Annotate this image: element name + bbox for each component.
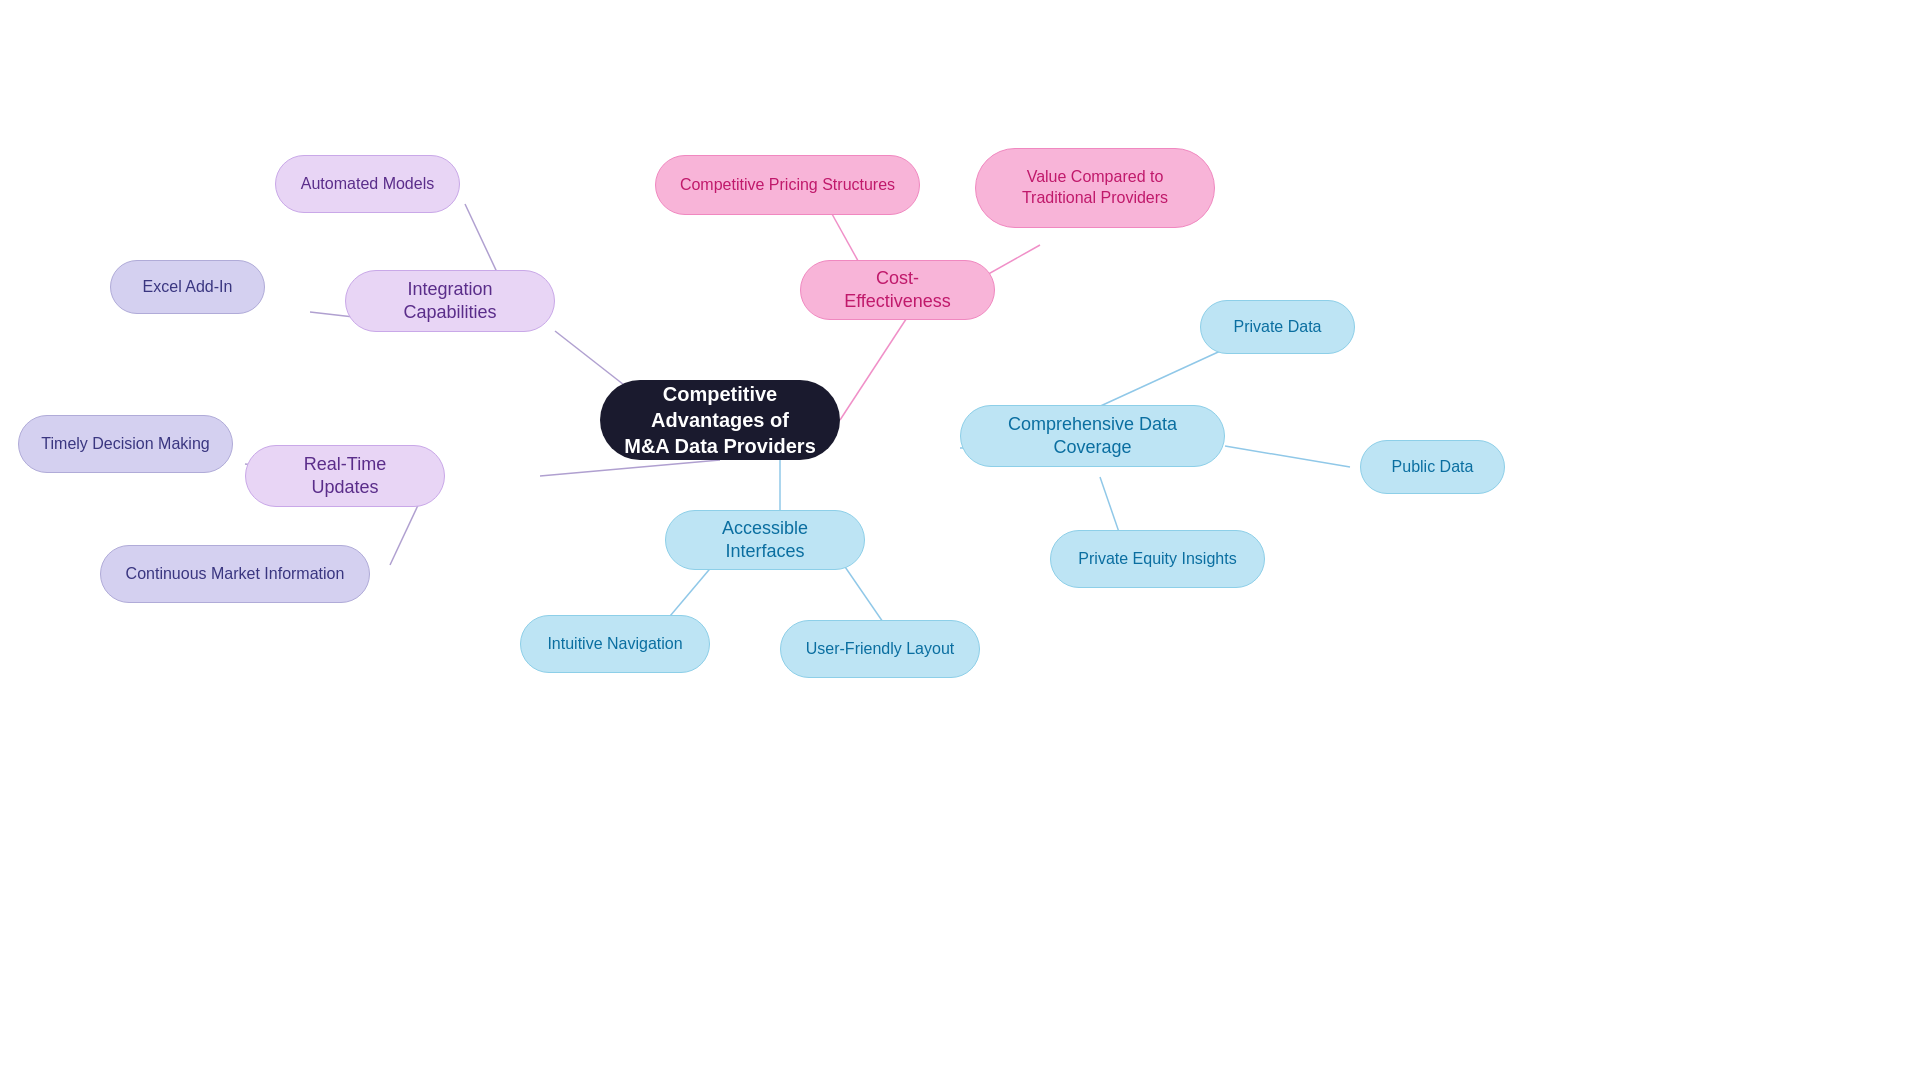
timely-node[interactable]: Timely Decision Making bbox=[18, 415, 233, 473]
private-data-label: Private Data bbox=[1233, 317, 1321, 338]
accessible-node[interactable]: Accessible Interfaces bbox=[665, 510, 865, 570]
automated-node[interactable]: Automated Models bbox=[275, 155, 460, 213]
excel-label: Excel Add-In bbox=[143, 277, 233, 298]
integration-label: Integration Capabilities bbox=[368, 278, 532, 325]
comprehensive-label: Comprehensive Data Coverage bbox=[983, 413, 1202, 460]
realtime-label: Real-Time Updates bbox=[268, 453, 422, 500]
svg-line-6 bbox=[840, 310, 912, 420]
center-node[interactable]: Competitive Advantages of M&A Data Provi… bbox=[600, 380, 840, 460]
realtime-node[interactable]: Real-Time Updates bbox=[245, 445, 445, 507]
comprehensive-node[interactable]: Comprehensive Data Coverage bbox=[960, 405, 1225, 467]
accessible-label: Accessible Interfaces bbox=[688, 517, 842, 564]
continuous-label: Continuous Market Information bbox=[126, 564, 345, 585]
continuous-node[interactable]: Continuous Market Information bbox=[100, 545, 370, 603]
svg-line-3 bbox=[540, 460, 720, 476]
public-data-node[interactable]: Public Data bbox=[1360, 440, 1505, 494]
userfriendly-label: User-Friendly Layout bbox=[806, 639, 955, 660]
value-node[interactable]: Value Compared to Traditional Providers bbox=[975, 148, 1215, 228]
intuitive-label: Intuitive Navigation bbox=[547, 634, 682, 655]
private-equity-label: Private Equity Insights bbox=[1078, 549, 1236, 570]
value-label: Value Compared to Traditional Providers bbox=[998, 167, 1192, 209]
private-data-node[interactable]: Private Data bbox=[1200, 300, 1355, 354]
cost-label: Cost-Effectiveness bbox=[823, 267, 972, 314]
competitive-node[interactable]: Competitive Pricing Structures bbox=[655, 155, 920, 215]
public-data-label: Public Data bbox=[1392, 457, 1474, 478]
svg-line-15 bbox=[1100, 477, 1120, 535]
timely-label: Timely Decision Making bbox=[41, 434, 209, 455]
excel-node[interactable]: Excel Add-In bbox=[110, 260, 265, 314]
automated-label: Automated Models bbox=[301, 174, 434, 195]
userfriendly-node[interactable]: User-Friendly Layout bbox=[780, 620, 980, 678]
svg-line-5 bbox=[390, 501, 420, 565]
center-label: Competitive Advantages of M&A Data Provi… bbox=[622, 381, 818, 459]
cost-node[interactable]: Cost-Effectiveness bbox=[800, 260, 995, 320]
integration-node[interactable]: Integration Capabilities bbox=[345, 270, 555, 332]
svg-line-14 bbox=[1225, 446, 1350, 467]
competitive-label: Competitive Pricing Structures bbox=[680, 175, 895, 196]
private-equity-node[interactable]: Private Equity Insights bbox=[1050, 530, 1265, 588]
intuitive-node[interactable]: Intuitive Navigation bbox=[520, 615, 710, 673]
